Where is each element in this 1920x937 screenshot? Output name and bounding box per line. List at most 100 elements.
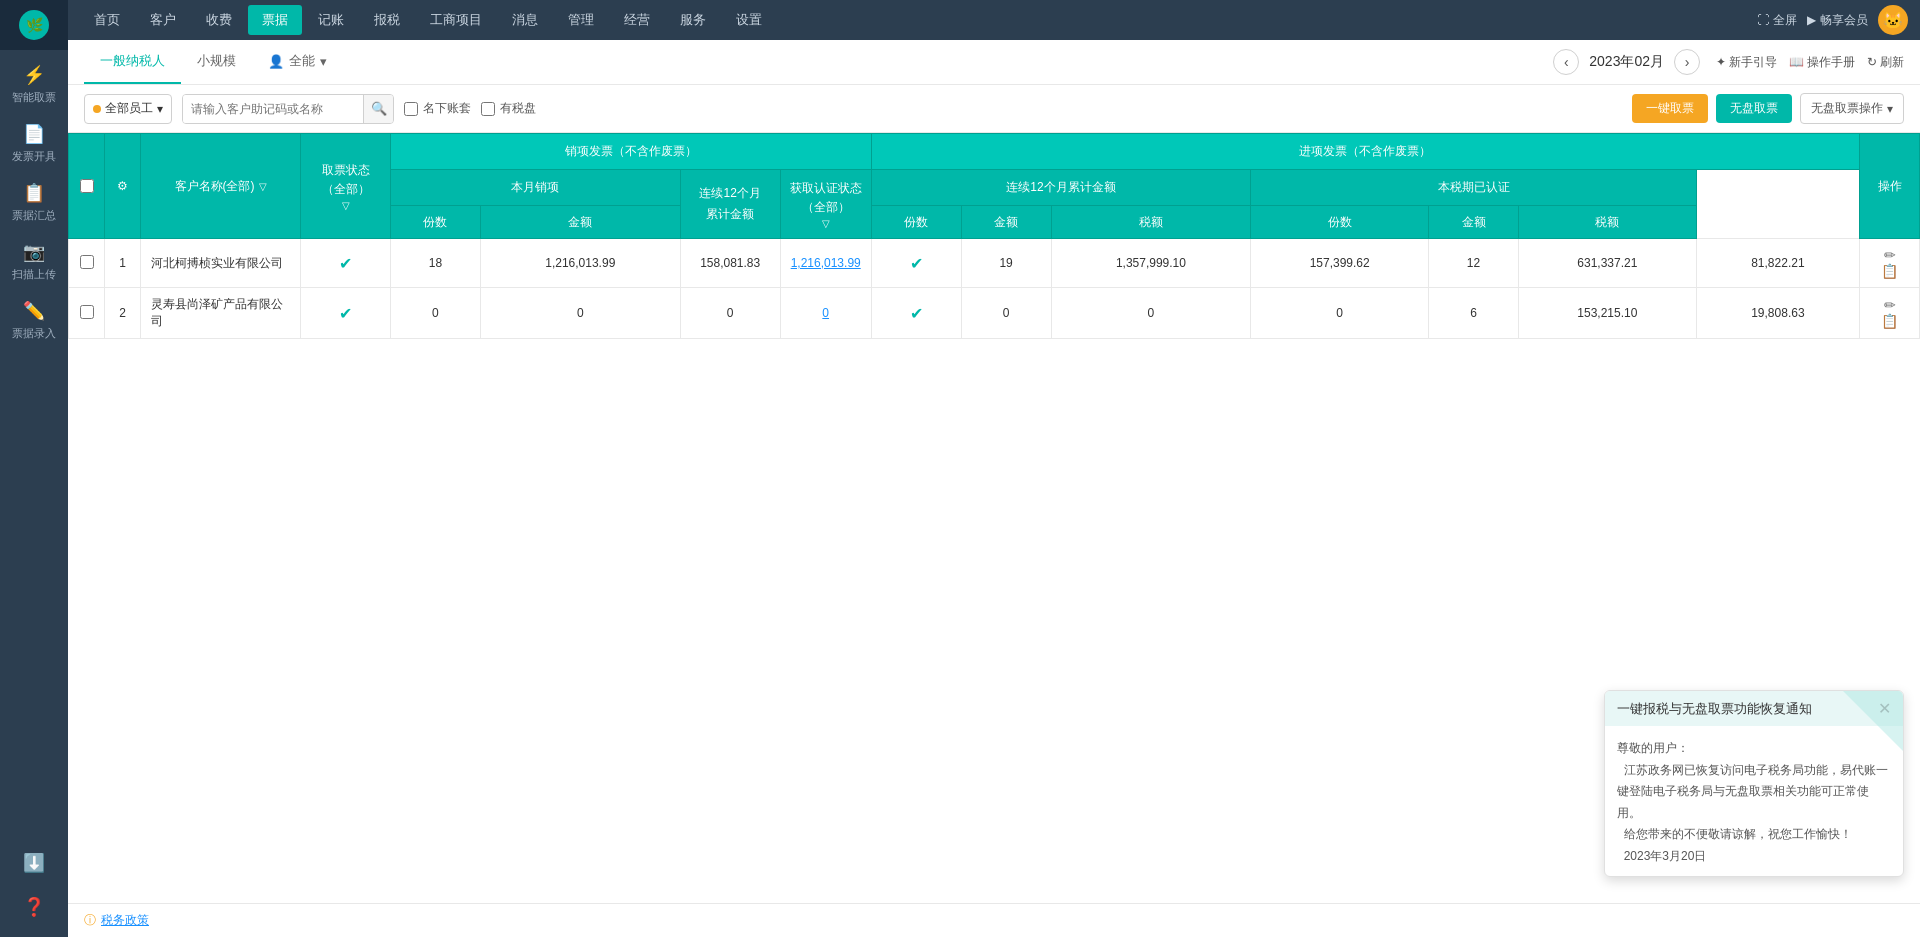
notification-title: 一键报税与无盘取票功能恢复通知 bbox=[1617, 700, 1812, 718]
row-uncert-tax: 19,808.63 bbox=[1696, 288, 1859, 339]
smart-fetch-icon: ⚡ bbox=[23, 64, 45, 86]
row-cert-tax: 157,399.62 bbox=[1251, 239, 1429, 288]
prev-month-button[interactable]: ‹ bbox=[1553, 49, 1579, 75]
manual-link[interactable]: 📖 操作手册 bbox=[1789, 54, 1855, 71]
row-uncert-count: 12 bbox=[1429, 239, 1519, 288]
topnav-item-billing[interactable]: 收费 bbox=[192, 5, 246, 35]
taxdisk-checkbox[interactable] bbox=[481, 102, 495, 116]
tax-policy-link[interactable]: 税务政策 bbox=[101, 912, 149, 929]
checkbox-account-filter[interactable]: 名下账套 bbox=[404, 100, 471, 117]
row-fetch-status: ✔ bbox=[301, 288, 391, 339]
row-cert-status: ✔ bbox=[871, 288, 961, 339]
employee-filter[interactable]: 全部员工 ▾ bbox=[84, 94, 172, 124]
th-uncertified: 本税期已认证 bbox=[1251, 170, 1696, 206]
next-month-button[interactable]: › bbox=[1674, 49, 1700, 75]
sidebar-item-data-entry[interactable]: ✏️ 票据录入 bbox=[0, 290, 68, 349]
chevron-down-icon: ▾ bbox=[157, 102, 163, 116]
topnav-fullscreen[interactable]: ⛶ 全屏 bbox=[1757, 12, 1797, 29]
sidebar-item-smart-fetch[interactable]: ⚡ 智能取票 bbox=[0, 54, 68, 113]
th-cert-count: 份数 bbox=[871, 206, 961, 239]
no-disk-ops-button[interactable]: 无盘取票操作 ▾ bbox=[1800, 93, 1904, 124]
tab-all-icon: 👤 bbox=[268, 54, 284, 69]
search-box: 🔍 bbox=[182, 94, 394, 124]
copy-icon[interactable]: 📋 bbox=[1881, 313, 1898, 329]
topnav-item-operations[interactable]: 经营 bbox=[610, 5, 664, 35]
checkbox-taxdisk-filter[interactable]: 有税盘 bbox=[481, 100, 536, 117]
th-uncert-count: 份数 bbox=[1251, 206, 1429, 239]
filter-icon[interactable]: ▽ bbox=[342, 200, 350, 211]
topnav-item-management[interactable]: 管理 bbox=[554, 5, 608, 35]
copy-icon[interactable]: 📋 bbox=[1881, 263, 1898, 279]
search-input[interactable] bbox=[183, 95, 363, 123]
topnav-item-invoice[interactable]: 票据 bbox=[248, 5, 302, 35]
row-select[interactable] bbox=[80, 255, 94, 269]
row-client-name: 河北柯搏桢实业有限公司 bbox=[141, 239, 301, 288]
video-icon: ▶ bbox=[1807, 13, 1816, 27]
refresh-icon: ↻ bbox=[1867, 55, 1877, 69]
topnav-item-business[interactable]: 工商项目 bbox=[416, 5, 496, 35]
notification-header: 一键报税与无盘取票功能恢复通知 ✕ bbox=[1605, 691, 1903, 726]
fetch-check-icon: ✔ bbox=[339, 255, 352, 272]
one-click-fetch-button[interactable]: 一键取票 bbox=[1632, 94, 1708, 123]
filter-icon[interactable]: ▽ bbox=[822, 218, 830, 229]
search-button[interactable]: 🔍 bbox=[363, 95, 393, 123]
book-icon: 📖 bbox=[1789, 55, 1804, 69]
topnav-item-client[interactable]: 客户 bbox=[136, 5, 190, 35]
sidebar-item-label: 票据录入 bbox=[12, 326, 56, 341]
main-table: ⚙ 客户名称(全部) ▽ 取票状态 （全部） bbox=[68, 133, 1920, 339]
tab-all-label: 全能 bbox=[289, 52, 315, 70]
account-checkbox[interactable] bbox=[404, 102, 418, 116]
cert-check-icon: ✔ bbox=[910, 305, 923, 322]
sidebar-bottom-download[interactable]: ⬇️ bbox=[0, 843, 68, 883]
sidebar-logo: 🌿 bbox=[0, 0, 68, 50]
row-cert-tax: 0 bbox=[1251, 288, 1429, 339]
no-disk-fetch-button[interactable]: 无盘取票 bbox=[1716, 94, 1792, 123]
tab-small[interactable]: 小规模 bbox=[181, 40, 252, 84]
row-checkbox[interactable] bbox=[69, 288, 105, 339]
tab-all[interactable]: 👤 全能 ▾ bbox=[252, 40, 343, 84]
sidebar-item-scan-upload[interactable]: 📷 扫描上传 bbox=[0, 231, 68, 290]
sidebar-item-label: 发票开具 bbox=[12, 149, 56, 164]
row-select[interactable] bbox=[80, 305, 94, 319]
row-cert-count: 19 bbox=[961, 239, 1051, 288]
fetch-check-icon: ✔ bbox=[339, 305, 352, 322]
row-cumulative-amount[interactable]: 1,216,013.99 bbox=[780, 239, 871, 288]
sidebar-item-issue-invoice[interactable]: 📄 发票开具 bbox=[0, 113, 68, 172]
sidebar-bottom-help[interactable]: ❓ bbox=[0, 887, 68, 927]
refresh-link[interactable]: ↻ 刷新 bbox=[1867, 54, 1904, 71]
edit-icon[interactable]: ✏ bbox=[1884, 297, 1896, 313]
footer-notice: ⓘ 税务政策 bbox=[68, 903, 1920, 937]
row-cumulative-amount[interactable]: 0 bbox=[780, 288, 871, 339]
notification-scroll[interactable]: 尊敬的用户： 江苏政务网已恢复访问电子税务局功能，易代账一键登陆电子税务局与无盘… bbox=[1605, 726, 1903, 876]
topnav-member[interactable]: ▶ 畅享会员 bbox=[1807, 12, 1868, 29]
tab-general[interactable]: 一般纳税人 bbox=[84, 40, 181, 84]
svg-text:🌿: 🌿 bbox=[26, 17, 44, 34]
th-sales-amount: 金额 bbox=[480, 206, 680, 239]
tab-bar: 一般纳税人 小规模 👤 全能 ▾ ‹ 2023年02月 › ✦ 新手引导 bbox=[68, 40, 1920, 85]
topnav-right: ⛶ 全屏 ▶ 畅享会员 🐱 bbox=[1757, 5, 1908, 35]
toolbar: 全部员工 ▾ 🔍 名下账套 有税盘 一键取票 无盘取票 无盘取票操作 ▾ bbox=[68, 85, 1920, 133]
select-all-checkbox[interactable] bbox=[80, 179, 94, 193]
cumulative-link[interactable]: 0 bbox=[822, 306, 829, 320]
cumulative-link[interactable]: 1,216,013.99 bbox=[791, 256, 861, 270]
scan-upload-icon: 📷 bbox=[23, 241, 45, 263]
topnav-item-home[interactable]: 首页 bbox=[80, 5, 134, 35]
row-checkbox[interactable] bbox=[69, 239, 105, 288]
topnav-item-bookkeeping[interactable]: 记账 bbox=[304, 5, 358, 35]
edit-icon[interactable]: ✏ bbox=[1884, 247, 1896, 263]
user-avatar[interactable]: 🐱 bbox=[1878, 5, 1908, 35]
sidebar-item-invoice-summary[interactable]: 📋 票据汇总 bbox=[0, 172, 68, 231]
th-monthly-sales: 本月销项 bbox=[391, 170, 681, 206]
topnav-item-taxreport[interactable]: 报税 bbox=[360, 5, 414, 35]
filter-icon[interactable]: ▽ bbox=[259, 181, 267, 192]
row-client-name: 灵寿县尚泽矿产品有限公司 bbox=[141, 288, 301, 339]
tab-nav: ‹ 2023年02月 › bbox=[1553, 49, 1700, 75]
topnav-item-message[interactable]: 消息 bbox=[498, 5, 552, 35]
th-fetch-status: 取票状态 （全部） ▽ bbox=[301, 134, 391, 239]
row-sales-tax: 158,081.83 bbox=[680, 239, 780, 288]
topnav-item-settings[interactable]: 设置 bbox=[722, 5, 776, 35]
notification-close-button[interactable]: ✕ bbox=[1878, 699, 1891, 718]
th-checkbox bbox=[69, 134, 105, 239]
topnav-item-service[interactable]: 服务 bbox=[666, 5, 720, 35]
new-guide-link[interactable]: ✦ 新手引导 bbox=[1716, 54, 1777, 71]
